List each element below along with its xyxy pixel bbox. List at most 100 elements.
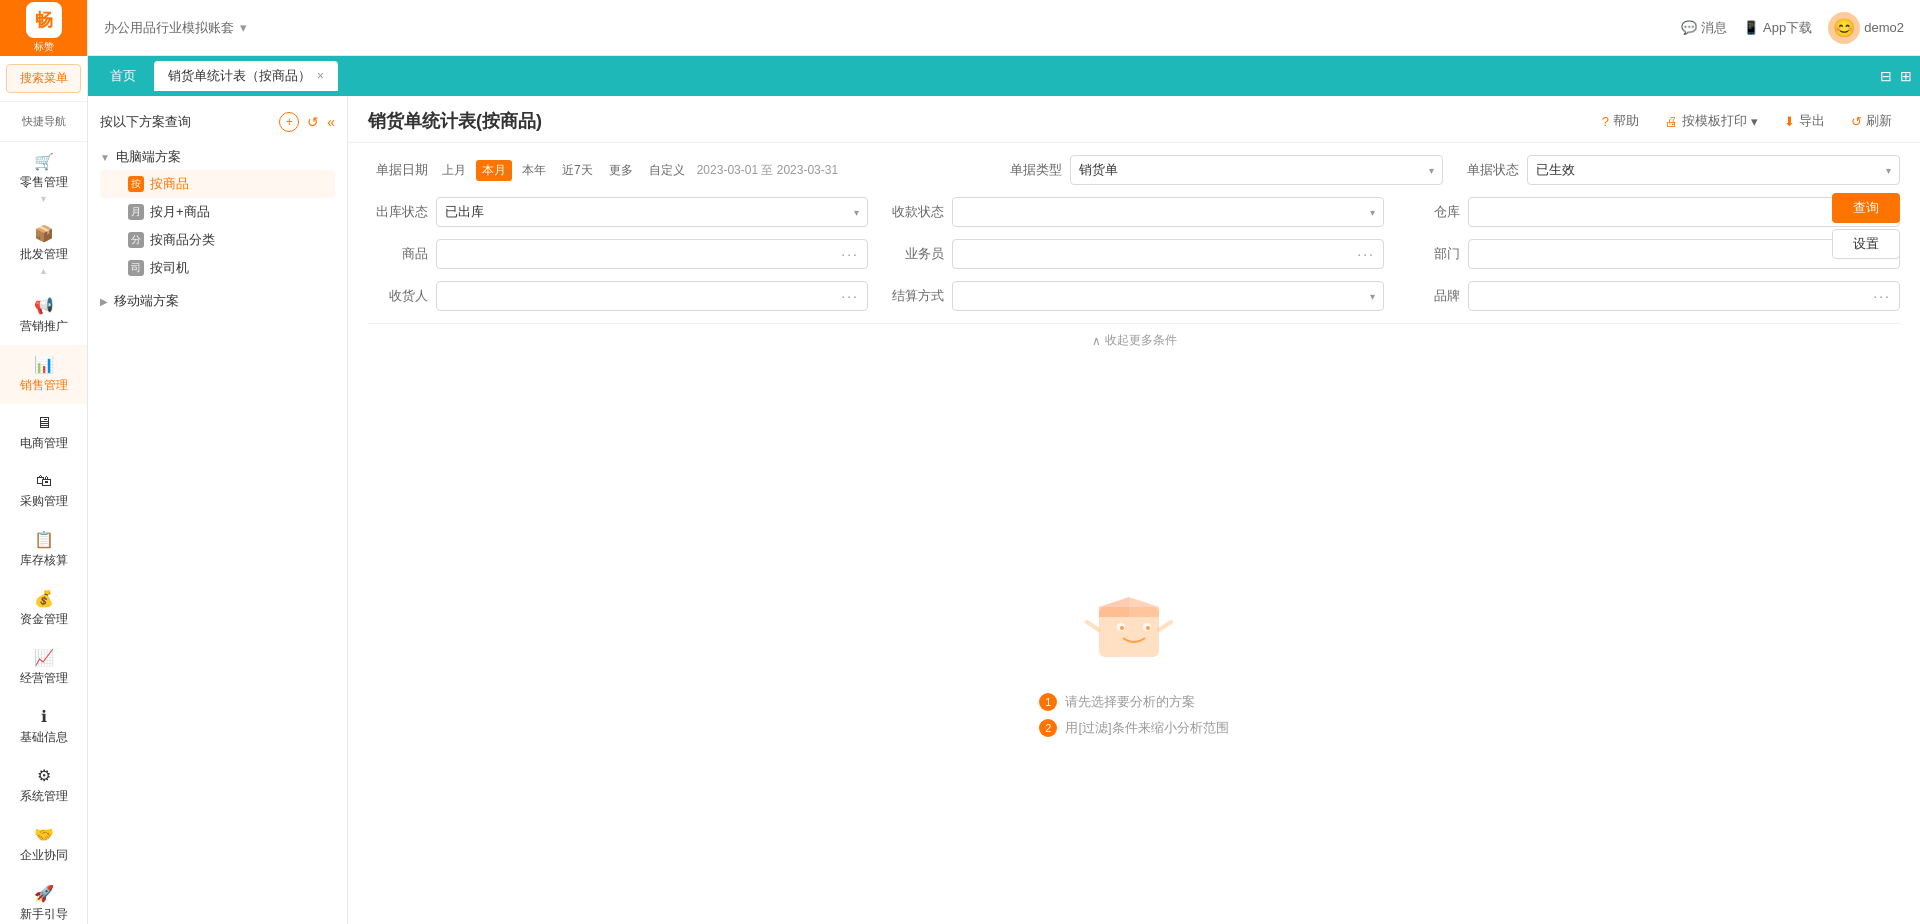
out-status-select[interactable]: 已出库 ▾ <box>436 197 868 227</box>
logo-icon: 畅 <box>26 2 62 38</box>
empty-svg <box>1079 562 1189 672</box>
tree-group-title-0[interactable]: ▼电脑端方案 <box>100 144 335 170</box>
help-button[interactable]: ? 帮助 <box>1594 108 1647 134</box>
tree-item-0-0[interactable]: 按按商品 <box>100 170 335 198</box>
tree-item-0-2[interactable]: 分按商品分类 <box>100 226 335 254</box>
tree-group-title-1[interactable]: ▶移动端方案 <box>100 288 335 314</box>
empty-illustration <box>1074 557 1194 677</box>
date-tab-4[interactable]: 更多 <box>603 160 639 181</box>
message-icon: 💬 <box>1681 20 1697 35</box>
tree-item-label-0-3: 按司机 <box>150 259 189 277</box>
step-1-text: 请先选择要分析的方案 <box>1065 693 1195 711</box>
print-button[interactable]: 🖨 按模板打印 ▾ <box>1657 108 1766 134</box>
print-dropdown-icon[interactable]: ▾ <box>1751 114 1758 129</box>
empty-state: 1 请先选择要分析的方案 2 用[过滤]条件来缩小分析范围 <box>348 369 1920 924</box>
goods-select[interactable]: ··· <box>436 239 868 269</box>
export-button[interactable]: ⬇ 导出 <box>1776 108 1833 134</box>
window-maximize-icon[interactable]: ⊞ <box>1900 68 1912 84</box>
staff-inner: ··· <box>961 246 1375 262</box>
receiver-label: 收货人 <box>368 287 428 305</box>
window-minimize-icon[interactable]: ⊟ <box>1880 68 1892 84</box>
filter-panel-title: 按以下方案查询 <box>100 113 191 131</box>
tab-home-label: 首页 <box>110 67 136 85</box>
out-status-arrow-icon: ▾ <box>854 207 859 218</box>
search-menu-area[interactable]: 搜索菜单 <box>0 56 87 102</box>
sidebar-menu-item-7[interactable]: 💰资金管理 <box>0 579 87 638</box>
receiver-dots-icon: ··· <box>841 288 859 304</box>
goods-form-item: 商品 ··· <box>368 239 868 269</box>
payment-inner: ▾ <box>961 291 1375 302</box>
sidebar-menu-item-8[interactable]: 📈经营管理 <box>0 638 87 697</box>
type-form-item: 单据类型 销货单 ▾ <box>1002 155 1443 185</box>
refresh-button[interactable]: ↺ 刷新 <box>1843 108 1900 134</box>
empty-steps: 1 请先选择要分析的方案 2 用[过滤]条件来缩小分析范围 <box>1039 693 1228 737</box>
search-menu-button[interactable]: 搜索菜单 <box>6 64 81 93</box>
topbar-dropdown-icon[interactable]: ▾ <box>240 20 247 35</box>
topbar-actions: 💬 消息 📱 App下载 😊 demo2 <box>1681 12 1904 44</box>
tab-home[interactable]: 首页 <box>96 61 150 91</box>
tree-item-label-0-2: 按商品分类 <box>150 231 215 249</box>
sidebar-menu-item-5[interactable]: 🛍 采购管理 <box>0 462 87 520</box>
out-status-inner: 已出库 ▾ <box>445 203 859 221</box>
tab-sales-stat[interactable]: 销货单统计表（按商品） × <box>154 61 338 91</box>
date-tab-2[interactable]: 本年 <box>516 160 552 181</box>
refresh-label: 刷新 <box>1866 112 1892 130</box>
collapse-filter-icon[interactable]: « <box>327 114 335 130</box>
sidebar-menu-item-3[interactable]: 📊销售管理 <box>0 345 87 404</box>
form-row-2: 出库状态 已出库 ▾ 收款状态 <box>368 197 1900 227</box>
type-arrow-icon: ▾ <box>1429 165 1434 176</box>
payment-select[interactable]: ▾ <box>952 281 1384 311</box>
add-filter-button[interactable]: + <box>279 112 299 132</box>
menu-label-5: 采购管理 <box>20 493 68 510</box>
tab-close-icon[interactable]: × <box>317 69 324 83</box>
sidebar-menu-item-9[interactable]: ℹ基础信息 <box>0 697 87 756</box>
sidebar-menu-item-6[interactable]: 📋库存核算 <box>0 520 87 579</box>
receiver-select[interactable]: ··· <box>436 281 868 311</box>
query-button[interactable]: 查询 <box>1832 193 1900 223</box>
avatar: 😊 <box>1828 12 1860 44</box>
tree-item-icon-0-3: 司 <box>128 260 144 276</box>
menu-icon-5: 🛍 <box>36 472 52 490</box>
sidebar-menu-item-11[interactable]: 🤝企业协同 <box>0 815 87 874</box>
sidebar-menu-item-10[interactable]: ⚙系统管理 <box>0 756 87 815</box>
type-select[interactable]: 销货单 ▾ <box>1070 155 1443 185</box>
message-button[interactable]: 💬 消息 <box>1681 19 1727 37</box>
tree-item-0-1[interactable]: 月按月+商品 <box>100 198 335 226</box>
brand-dots-icon: ··· <box>1873 288 1891 304</box>
brand-select[interactable]: ··· <box>1468 281 1900 311</box>
topbar-title-text: 办公用品行业模拟账套 <box>104 19 234 37</box>
help-label: 帮助 <box>1613 112 1639 130</box>
recv-status-select[interactable]: ▾ <box>952 197 1384 227</box>
out-status-value: 已出库 <box>445 203 484 221</box>
dept-form-item: 部门 ▾ <box>1400 239 1900 269</box>
sidebar-menu-item-2[interactable]: 📢营销推广 <box>0 286 87 345</box>
status-select[interactable]: 已生效 ▾ <box>1527 155 1900 185</box>
date-tab-1[interactable]: 本月 <box>476 160 512 181</box>
date-tab-5[interactable]: 自定义 <box>643 160 691 181</box>
sidebar-menu-item-4[interactable]: 🖥电商管理 <box>0 404 87 462</box>
sidebar-menu-item-12[interactable]: 🚀新手引导 <box>0 874 87 924</box>
app-download-button[interactable]: 📱 App下载 <box>1743 19 1812 37</box>
date-tab-3[interactable]: 近7天 <box>556 160 599 181</box>
sidebar-menu-item-0[interactable]: 🛒零售管理▼ <box>0 142 87 214</box>
settings-button[interactable]: 设置 <box>1832 229 1900 259</box>
tree-item-icon-0-1: 月 <box>128 204 144 220</box>
menu-label-3: 销售管理 <box>20 377 68 394</box>
page-header: 销货单统计表(按商品) ? 帮助 🖨 按模板打印 ▾ ⬇ 导出 <box>348 96 1920 143</box>
user-avatar-area[interactable]: 😊 demo2 <box>1828 12 1904 44</box>
refresh-filter-icon[interactable]: ↺ <box>307 114 319 130</box>
collapse-bar[interactable]: ∧ 收起更多条件 <box>368 323 1900 357</box>
collapse-label: 收起更多条件 <box>1105 332 1177 349</box>
username-label: demo2 <box>1864 20 1904 35</box>
tree-item-0-3[interactable]: 司按司机 <box>100 254 335 282</box>
staff-select[interactable]: ··· <box>952 239 1384 269</box>
date-tab-0[interactable]: 上月 <box>436 160 472 181</box>
quick-nav-item[interactable]: 快捷导航 <box>0 108 87 135</box>
menu-icon-7: 💰 <box>34 589 54 608</box>
filter-panel-icons: + ↺ « <box>279 112 335 132</box>
tree-item-label-0-1: 按月+商品 <box>150 203 210 221</box>
sidebar-menu-item-1[interactable]: 📦批发管理▲ <box>0 214 87 286</box>
step-num-2: 2 <box>1039 719 1057 737</box>
menu-label-9: 基础信息 <box>20 729 68 746</box>
menu-icon-10: ⚙ <box>37 766 51 785</box>
